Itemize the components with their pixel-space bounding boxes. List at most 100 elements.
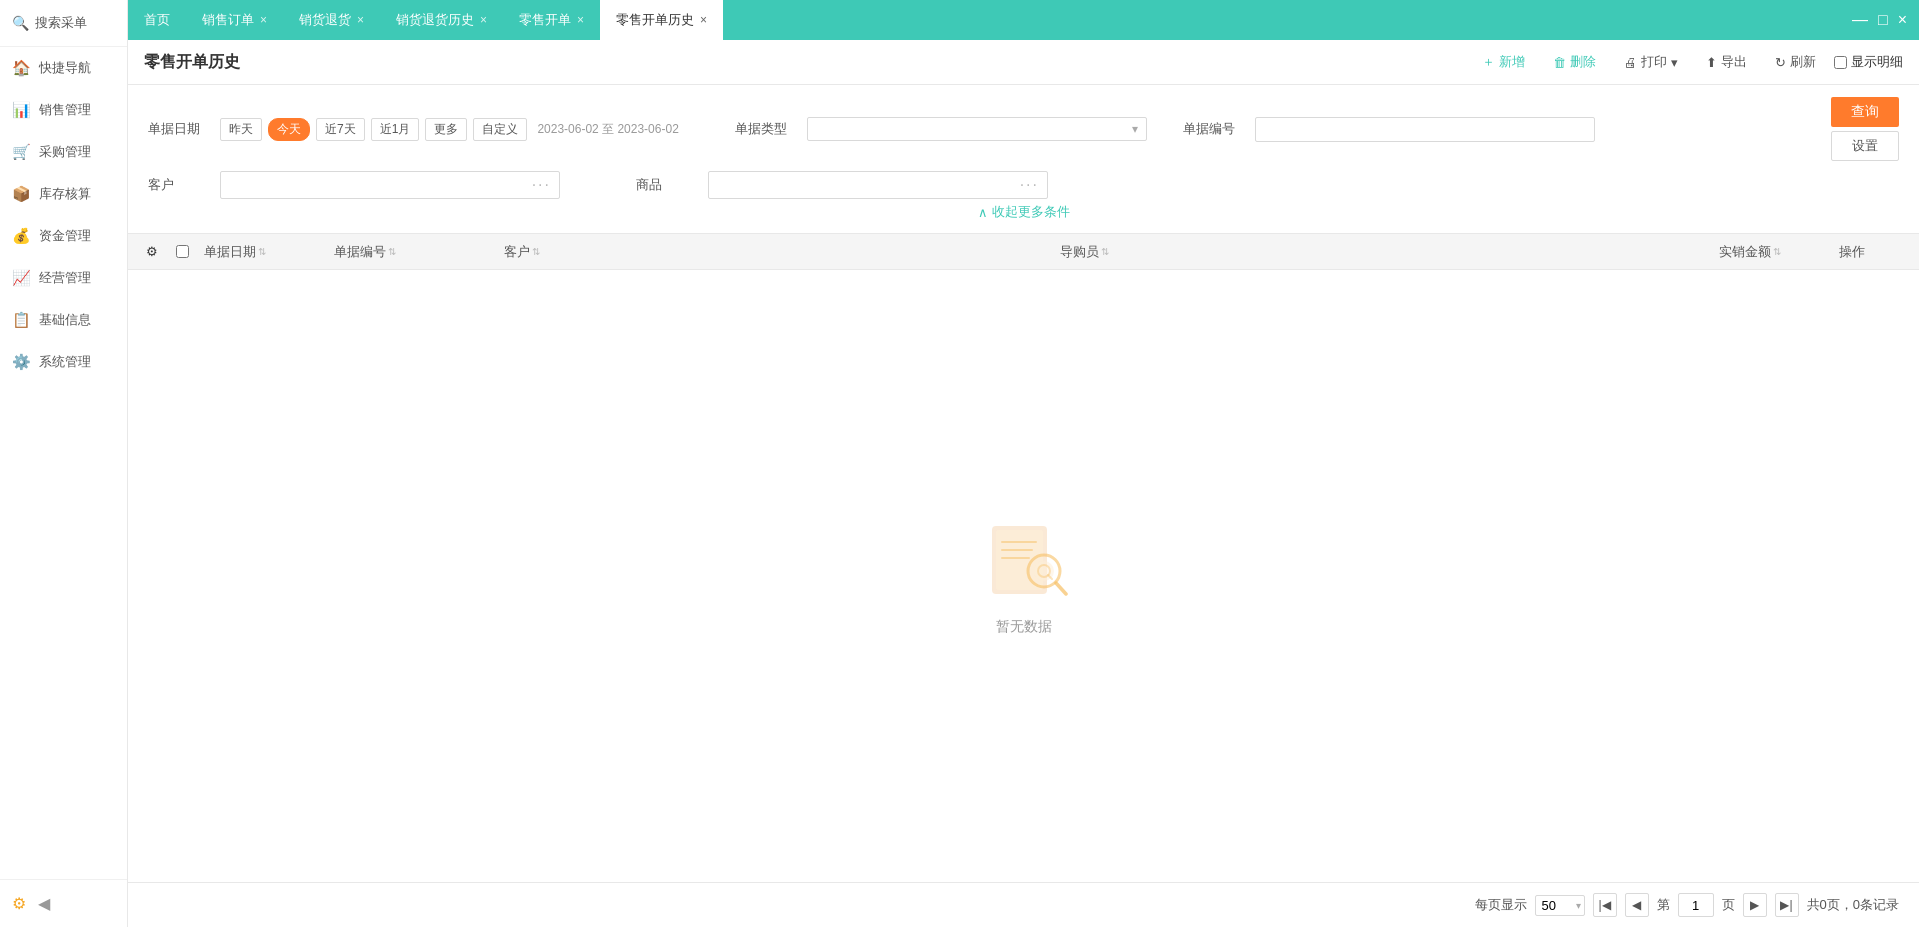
th-num-label: 单据编号 <box>334 243 386 261</box>
th-num: 单据编号 ⇅ <box>326 243 496 261</box>
sidebar-item-inventory[interactable]: 📦 库存核算 <box>0 173 127 215</box>
print-label: 打印 <box>1641 53 1667 71</box>
page-number-input[interactable] <box>1678 893 1714 917</box>
tab-sales-return-history[interactable]: 销货退货历史 × <box>380 0 503 40</box>
date-btn-custom[interactable]: 自定义 <box>473 118 527 141</box>
toolbar: 零售开单历史 ＋ 新增 🗑 删除 🖨 打印 ▾ ⬆ 导出 ↻ 刷新 显示明细 <box>128 40 1919 85</box>
export-button[interactable]: ⬆ 导出 <box>1696 48 1757 76</box>
display-detail-checkbox[interactable] <box>1834 56 1847 69</box>
goods-input-field[interactable] <box>717 178 1020 193</box>
main-content: 首页 销售订单 × 销货退货 × 销货退货历史 × 零售开单 × 零售开单历史 … <box>128 0 1919 927</box>
th-amount-label: 实销金额 <box>1719 243 1771 261</box>
settings-button[interactable]: 设置 <box>1831 131 1899 161</box>
delete-label: 删除 <box>1570 53 1596 71</box>
th-checkbox[interactable] <box>168 245 196 258</box>
sidebar-item-system[interactable]: ⚙️ 系统管理 <box>0 341 127 383</box>
tab-retail-open-history[interactable]: 零售开单历史 × <box>600 0 723 40</box>
money-icon: 💰 <box>12 227 31 245</box>
filter-area: 单据日期 昨天 今天 近7天 近1月 更多 自定义 2023-06-02 至 2… <box>128 85 1919 234</box>
maximize-icon[interactable]: □ <box>1878 11 1888 29</box>
add-button[interactable]: ＋ 新增 <box>1472 48 1535 76</box>
goods-filter-label: 商品 <box>636 176 692 194</box>
tab-home[interactable]: 首页 <box>128 0 186 40</box>
customer-filter-label: 客户 <box>148 176 204 194</box>
type-filter-select[interactable]: ▾ <box>807 117 1147 141</box>
sidebar-item-sales-mgmt[interactable]: 📊 销售管理 <box>0 89 127 131</box>
tab-sales-order-close[interactable]: × <box>260 13 267 27</box>
th-amount-sort-icon[interactable]: ⇅ <box>1773 246 1781 257</box>
sidebar-item-base-info[interactable]: 📋 基础信息 <box>0 299 127 341</box>
date-btn-today[interactable]: 今天 <box>268 118 310 141</box>
delete-button[interactable]: 🗑 删除 <box>1543 48 1606 76</box>
page-first-button[interactable]: |◀ <box>1593 893 1617 917</box>
page-size-label: 每页显示 <box>1475 896 1527 914</box>
filter-row-2: 客户 ··· 商品 ··· <box>148 171 1899 199</box>
select-all-checkbox[interactable] <box>176 245 189 258</box>
refresh-label: 刷新 <box>1790 53 1816 71</box>
th-date-label: 单据日期 <box>204 243 256 261</box>
th-ops: 操作 <box>1831 243 1911 261</box>
sidebar-item-label: 资金管理 <box>39 227 91 245</box>
box-icon: 📦 <box>12 185 31 203</box>
date-btn-more[interactable]: 更多 <box>425 118 467 141</box>
th-salesperson: 导购员 ⇅ <box>1052 243 1172 261</box>
sidebar-search[interactable]: 🔍 搜索采单 <box>0 0 127 47</box>
th-date-sort-icon[interactable]: ⇅ <box>258 246 266 257</box>
table-area: ⚙ 单据日期 ⇅ 单据编号 ⇅ 客户 ⇅ 导购员 ⇅ 实 <box>128 234 1919 882</box>
collapse-sidebar-icon[interactable]: ◀ <box>38 894 50 913</box>
customer-filter-input[interactable]: ··· <box>220 171 560 199</box>
gear-icon: ⚙️ <box>12 353 31 371</box>
date-btn-1month[interactable]: 近1月 <box>371 118 420 141</box>
query-button[interactable]: 查询 <box>1831 97 1899 127</box>
sidebar-item-purchase-mgmt[interactable]: 🛒 采购管理 <box>0 131 127 173</box>
minimize-icon[interactable]: — <box>1852 11 1868 29</box>
page-size-select[interactable]: 10 20 50 100 <box>1535 895 1585 916</box>
tab-sales-return[interactable]: 销货退货 × <box>283 0 380 40</box>
th-amount: 实销金额 ⇅ <box>1711 243 1831 261</box>
page-last-button[interactable]: ▶| <box>1775 893 1799 917</box>
action-buttons: 查询 设置 <box>1831 97 1899 161</box>
tab-sales-return-close[interactable]: × <box>357 13 364 27</box>
th-settings[interactable]: ⚙ <box>136 244 168 259</box>
tab-retail-open-history-close[interactable]: × <box>700 13 707 27</box>
settings-gear-icon[interactable]: ⚙ <box>12 894 26 913</box>
table-settings-icon[interactable]: ⚙ <box>146 244 158 259</box>
num-filter-label: 单据编号 <box>1183 120 1239 138</box>
add-icon: ＋ <box>1482 53 1495 71</box>
th-salesperson-sort-icon[interactable]: ⇅ <box>1101 246 1109 257</box>
svg-line-7 <box>1056 583 1066 594</box>
tab-sales-return-history-close[interactable]: × <box>480 13 487 27</box>
sidebar-item-operations[interactable]: 📈 经营管理 <box>0 257 127 299</box>
page-next-button[interactable]: ▶ <box>1743 893 1767 917</box>
num-filter-input[interactable] <box>1255 117 1595 142</box>
add-label: 新增 <box>1499 53 1525 71</box>
customer-input-field[interactable] <box>229 178 532 193</box>
tab-sales-return-label: 销货退货 <box>299 11 351 29</box>
refresh-button[interactable]: ↻ 刷新 <box>1765 48 1826 76</box>
tab-retail-open-close[interactable]: × <box>577 13 584 27</box>
sidebar-item-quick-nav[interactable]: 🏠 快捷导航 <box>0 47 127 89</box>
tab-bar: 首页 销售订单 × 销货退货 × 销货退货历史 × 零售开单 × 零售开单历史 … <box>128 0 1919 40</box>
tab-retail-open[interactable]: 零售开单 × <box>503 0 600 40</box>
tab-sales-order[interactable]: 销售订单 × <box>186 0 283 40</box>
th-customer-sort-icon[interactable]: ⇅ <box>532 246 540 257</box>
close-icon[interactable]: × <box>1898 11 1907 29</box>
sidebar-footer: ⚙ ◀ <box>0 879 127 927</box>
print-button[interactable]: 🖨 打印 ▾ <box>1614 48 1688 76</box>
goods-filter-input[interactable]: ··· <box>708 171 1048 199</box>
date-btn-yesterday[interactable]: 昨天 <box>220 118 262 141</box>
date-filter-buttons: 昨天 今天 近7天 近1月 更多 自定义 2023-06-02 至 2023-0… <box>220 118 679 141</box>
display-detail-checkbox-group[interactable]: 显示明细 <box>1834 53 1903 71</box>
display-detail-label: 显示明细 <box>1851 53 1903 71</box>
page-prev-button[interactable]: ◀ <box>1625 893 1649 917</box>
customer-dots[interactable]: ··· <box>532 176 551 194</box>
delete-icon: 🗑 <box>1553 55 1566 70</box>
th-num-sort-icon[interactable]: ⇅ <box>388 246 396 257</box>
goods-dots[interactable]: ··· <box>1020 176 1039 194</box>
collapse-filter-btn[interactable]: ∧ 收起更多条件 <box>148 203 1899 221</box>
th-customer: 客户 ⇅ <box>496 243 1052 261</box>
sidebar: 🔍 搜索采单 🏠 快捷导航 📊 销售管理 🛒 采购管理 📦 库存核算 💰 资金管… <box>0 0 128 927</box>
date-btn-7days[interactable]: 近7天 <box>316 118 365 141</box>
sidebar-item-finance[interactable]: 💰 资金管理 <box>0 215 127 257</box>
page-size-wrapper: 10 20 50 100 ▾ <box>1535 895 1585 916</box>
